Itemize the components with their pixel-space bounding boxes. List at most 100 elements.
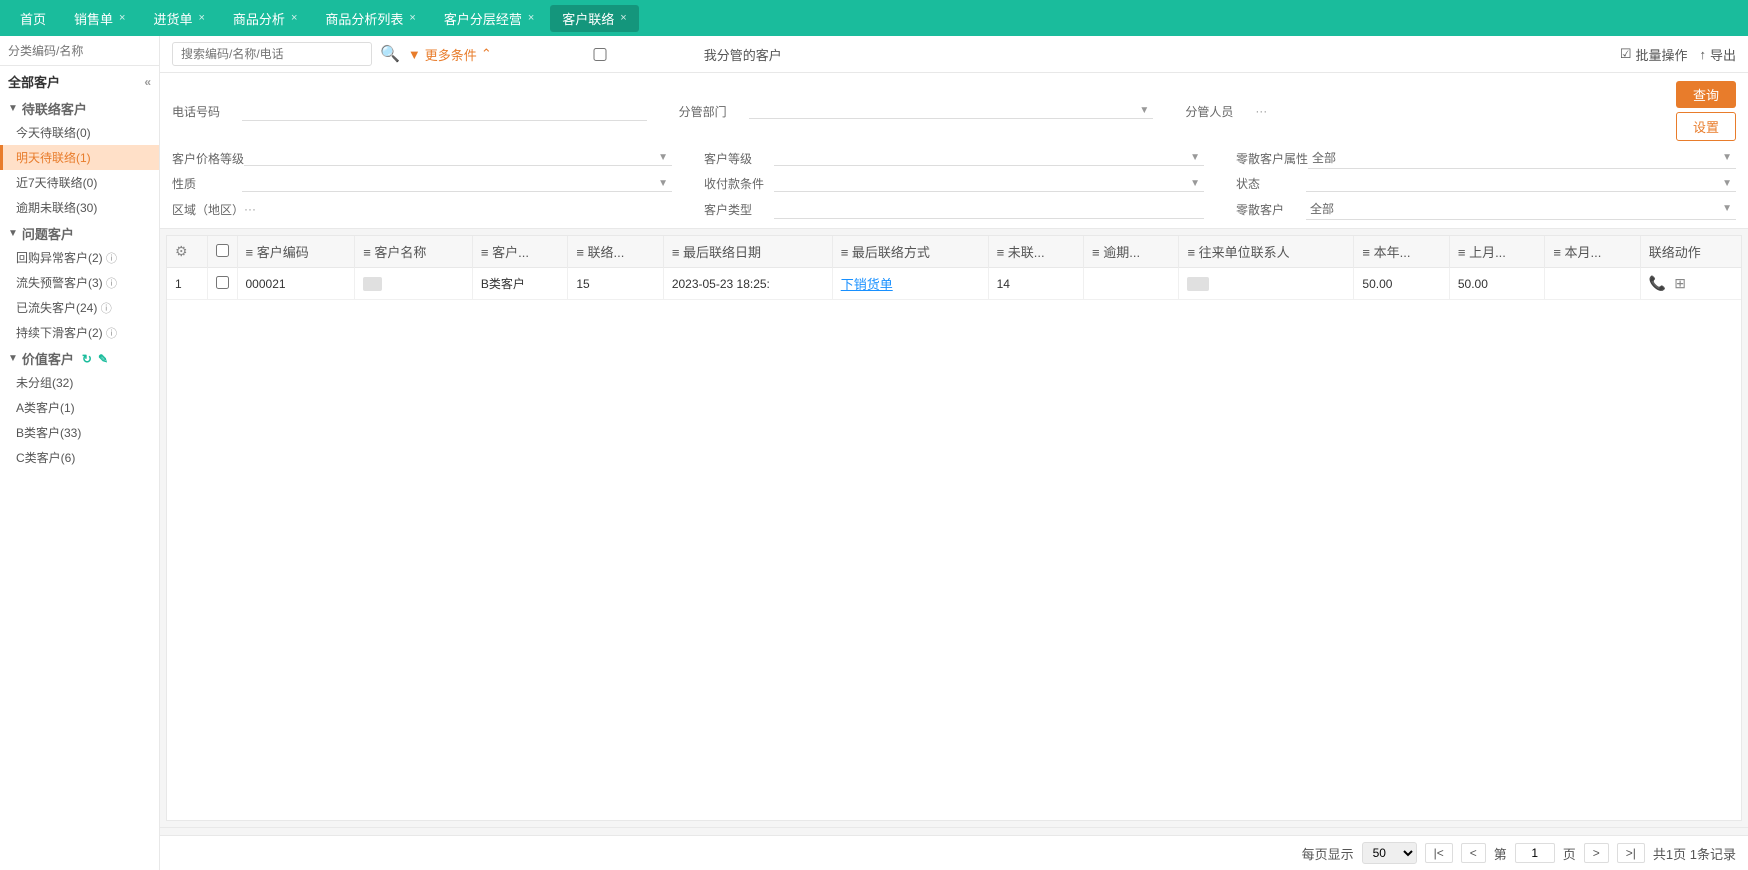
filter-region-dots[interactable]: ··· bbox=[244, 202, 256, 216]
cell-type: B类客户 bbox=[472, 268, 567, 300]
nav-purchase-order[interactable]: 进货单 × bbox=[141, 5, 216, 32]
retail-caret-icon: ▼ bbox=[1722, 152, 1732, 163]
settings-button[interactable]: 设置 bbox=[1676, 112, 1736, 141]
page-label: 第 bbox=[1494, 844, 1507, 863]
th-checkbox bbox=[207, 236, 237, 268]
row-action-buttons: 📞 ⊞ bbox=[1649, 275, 1733, 292]
select-all-checkbox[interactable] bbox=[216, 244, 229, 257]
th-contacts-label: ≡ 联络... bbox=[576, 242, 624, 261]
first-page-button[interactable]: |< bbox=[1425, 843, 1453, 863]
filter-retail-customer-select[interactable]: 全部 ▼ bbox=[1306, 198, 1736, 220]
th-last-month-label: ≡ 上月... bbox=[1458, 242, 1506, 261]
group-problem-customers: ▼ 问题客户 bbox=[0, 220, 159, 245]
page-end-label: 页 bbox=[1563, 844, 1576, 863]
th-name-label: ≡ 客户名称 bbox=[363, 242, 426, 261]
filter-nature-label: 性质 bbox=[172, 175, 242, 192]
search-input[interactable] bbox=[172, 42, 372, 66]
sidebar-item-class-b[interactable]: B类客户(33) bbox=[0, 420, 159, 445]
filter-payment-select[interactable]: ▼ bbox=[774, 176, 1204, 192]
my-customers-check[interactable] bbox=[500, 48, 700, 61]
prev-page-button[interactable]: < bbox=[1461, 843, 1486, 863]
next-page-button[interactable]: > bbox=[1584, 843, 1609, 863]
table-header-row: ⚙ ≡ 客户编码 ≡ 客户名称 bbox=[167, 236, 1741, 268]
filter-status-label: 状态 bbox=[1236, 175, 1306, 192]
sidebar-item-class-a[interactable]: A类客户(1) bbox=[0, 395, 159, 420]
row-checkbox[interactable] bbox=[216, 276, 229, 289]
nav-home[interactable]: 首页 bbox=[8, 5, 58, 32]
grid-action-icon[interactable]: ⊞ bbox=[1674, 275, 1686, 292]
filter-nature-select[interactable]: ▼ bbox=[242, 176, 672, 192]
filter-status-select[interactable]: ▼ bbox=[1306, 176, 1736, 192]
filter-customer-type-input[interactable] bbox=[774, 200, 1204, 219]
nav-close-customer-contact[interactable]: × bbox=[620, 12, 626, 24]
cell-no-contact: 14 bbox=[988, 268, 1083, 300]
value-edit-icon[interactable]: ✎ bbox=[98, 352, 108, 366]
nav-product-analysis-list[interactable]: 商品分析列表 × bbox=[313, 5, 427, 32]
status-caret-icon: ▼ bbox=[1722, 178, 1732, 189]
th-this-month-label: ≡ 本月... bbox=[1553, 242, 1601, 261]
th-code: ≡ 客户编码 bbox=[237, 236, 355, 268]
sidebar-item-tomorrow-contact[interactable]: 明天待联络(1) bbox=[0, 145, 159, 170]
filter-status: 状态 ▼ bbox=[1236, 175, 1736, 192]
sidebar-item-declining[interactable]: 持续下滑客户(2) ⓘ bbox=[0, 320, 159, 345]
nav-close-purchase[interactable]: × bbox=[198, 12, 204, 24]
my-customers-checkbox[interactable]: 我分管的客户 bbox=[500, 45, 782, 64]
group-pending-contact: ▼ 待联络客户 bbox=[0, 95, 159, 120]
query-button[interactable]: 查询 bbox=[1676, 81, 1736, 108]
search-button-icon[interactable]: 🔍 bbox=[380, 44, 400, 64]
filter-phone-input[interactable] bbox=[242, 102, 647, 121]
nav-close-product-analysis[interactable]: × bbox=[291, 12, 297, 24]
sidebar-item-class-c[interactable]: C类客户(6) bbox=[0, 445, 159, 470]
sidebar-item-churned[interactable]: 已流失客户(24) ⓘ bbox=[0, 295, 159, 320]
nav-close-customer-tier[interactable]: × bbox=[528, 12, 534, 24]
bulk-operation-button[interactable]: ☑ 批量操作 bbox=[1620, 45, 1688, 64]
gear-icon[interactable]: ⚙ bbox=[175, 243, 188, 259]
th-no-contact: ≡ 未联... bbox=[988, 236, 1083, 268]
nav-sales-order[interactable]: 销售单 × bbox=[62, 5, 137, 32]
th-contacts: ≡ 联络... bbox=[568, 236, 663, 268]
horizontal-scrollbar[interactable] bbox=[160, 827, 1748, 835]
sidebar: 🔍 全部客户 « ▼ 待联络客户 今天待联络(0) 明天待联络(1) 近7天待联… bbox=[0, 36, 160, 870]
page-size-select[interactable]: 50 100 200 bbox=[1362, 842, 1417, 864]
sidebar-item-churn-warning[interactable]: 流失预警客户(3) ⓘ bbox=[0, 270, 159, 295]
cell-checkbox bbox=[207, 268, 237, 300]
th-last-date: ≡ 最后联络日期 bbox=[663, 236, 832, 268]
filter-retail-label: 零散客户属性 bbox=[1236, 150, 1308, 167]
nav-close-sales[interactable]: × bbox=[119, 12, 125, 24]
page-size-label: 每页显示 bbox=[1302, 844, 1354, 863]
sidebar-collapse-icon[interactable]: « bbox=[144, 75, 151, 89]
pagination: 每页显示 50 100 200 |< < 第 页 > >| 共1页 1条记录 bbox=[160, 835, 1748, 870]
th-type-label: ≡ 客户... bbox=[481, 242, 529, 261]
cell-this-month bbox=[1545, 268, 1640, 300]
sidebar-item-overdue-contact[interactable]: 逾期未联络(30) bbox=[0, 195, 159, 220]
th-code-label: ≡ 客户编码 bbox=[246, 242, 309, 261]
retail-customer-caret-icon: ▼ bbox=[1722, 203, 1732, 214]
filter-person-dots[interactable]: ··· bbox=[1255, 104, 1267, 118]
phone-action-icon[interactable]: 📞 bbox=[1649, 275, 1666, 292]
cell-this-year: 50.00 bbox=[1354, 268, 1449, 300]
sidebar-item-today-contact[interactable]: 今天待联络(0) bbox=[0, 120, 159, 145]
sidebar-search-input[interactable] bbox=[8, 44, 160, 58]
filter-person-label: 分管人员 bbox=[1185, 103, 1255, 120]
filter-price-select[interactable]: ▼ bbox=[244, 150, 672, 166]
filter-customer-level: 客户等级 ▼ bbox=[704, 150, 1204, 167]
sidebar-item-week-contact[interactable]: 近7天待联络(0) bbox=[0, 170, 159, 195]
export-button[interactable]: ↑ 导出 bbox=[1699, 45, 1736, 64]
sidebar-item-repurchase-abnormal[interactable]: 回购异常客户(2) ⓘ bbox=[0, 245, 159, 270]
nav-customer-contact[interactable]: 客户联络 × bbox=[550, 5, 638, 32]
sidebar-item-ungrouped[interactable]: 未分组(32) bbox=[0, 370, 159, 395]
cell-index: 1 bbox=[167, 268, 207, 300]
nav-customer-tier[interactable]: 客户分层经营 × bbox=[432, 5, 546, 32]
filter-customer-level-select[interactable]: ▼ bbox=[774, 150, 1204, 166]
value-refresh-icon[interactable]: ↻ bbox=[82, 352, 92, 366]
customer-name-blurred: Ea bbox=[363, 277, 382, 291]
nav-close-product-list[interactable]: × bbox=[409, 12, 415, 24]
more-conditions-button[interactable]: ▼ 更多条件 ⌃ bbox=[408, 45, 492, 64]
nav-product-analysis[interactable]: 商品分析 × bbox=[221, 5, 309, 32]
last-method-link[interactable]: 下销货单 bbox=[841, 277, 893, 292]
last-page-button[interactable]: >| bbox=[1617, 843, 1645, 863]
cell-code: 000021 bbox=[237, 268, 355, 300]
filter-retail-select[interactable]: 全部 ▼ bbox=[1308, 147, 1736, 169]
page-number-input[interactable] bbox=[1515, 843, 1555, 863]
filter-dept-select[interactable]: ▼ bbox=[749, 103, 1154, 119]
